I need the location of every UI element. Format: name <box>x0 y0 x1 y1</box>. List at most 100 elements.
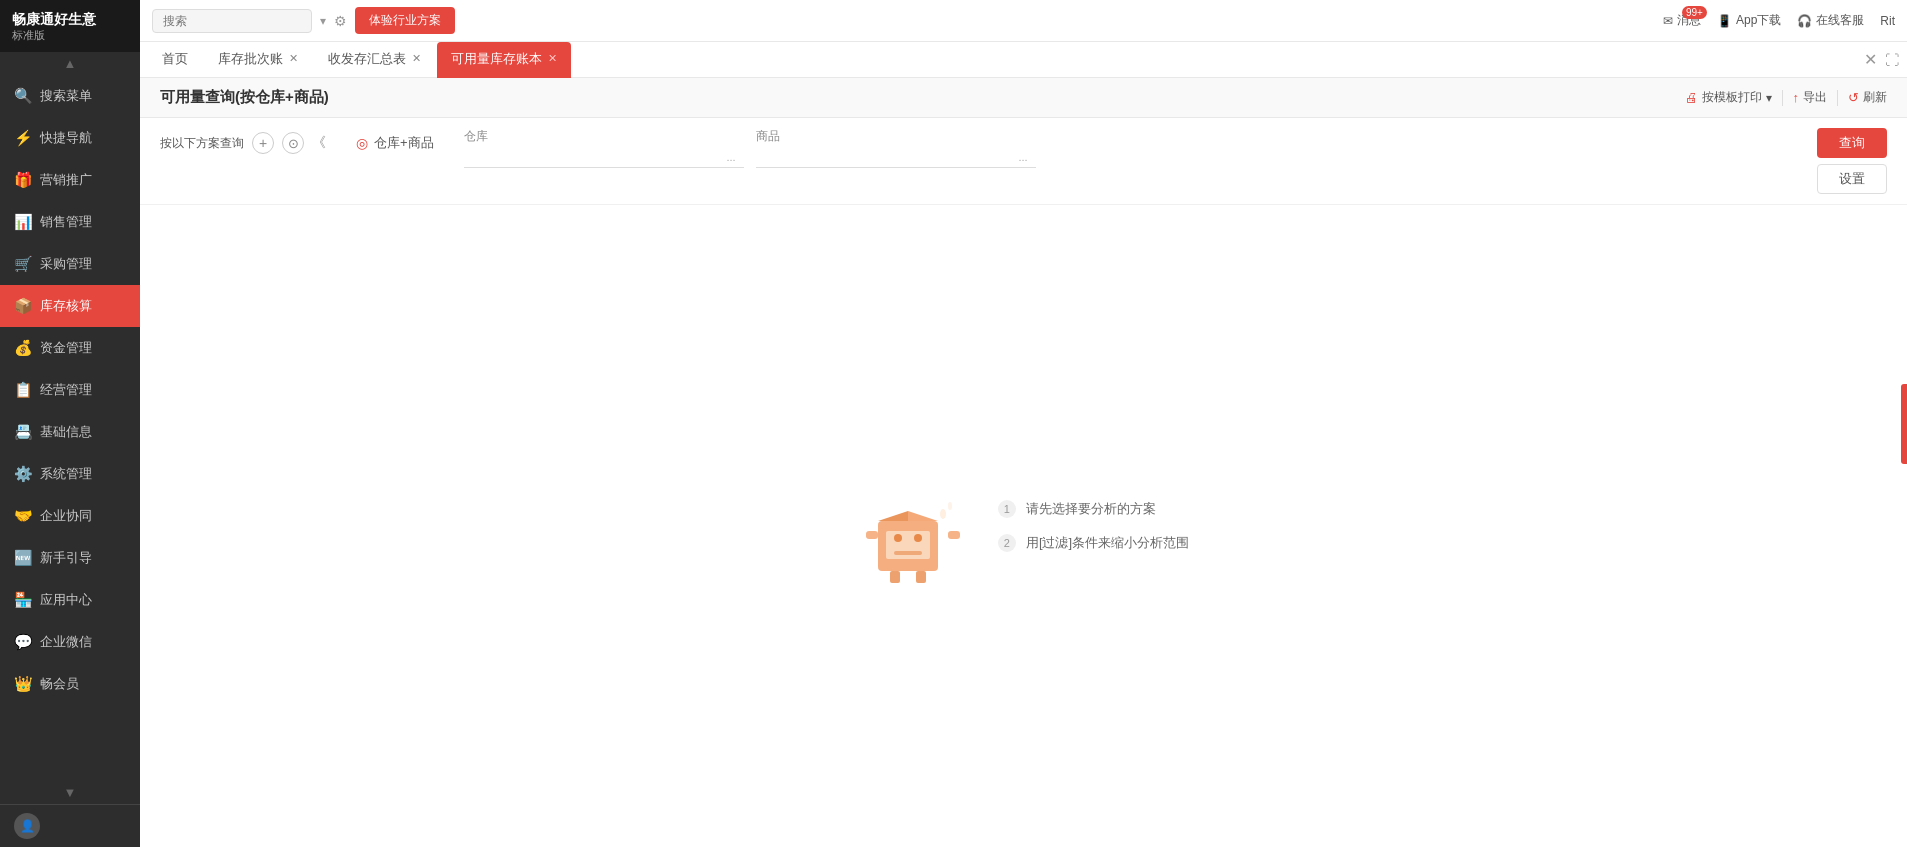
refresh-btn[interactable]: ↺ 刷新 <box>1848 89 1887 106</box>
export-btn[interactable]: ↑ 导出 <box>1793 89 1828 106</box>
basic-icon: 📇 <box>14 423 32 441</box>
warehouse-input-row[interactable]: ... <box>464 147 744 168</box>
sidebar-avatar: 👤 <box>14 813 40 839</box>
sidebar-item-wechat[interactable]: 💬企业微信 <box>0 621 140 663</box>
message-btn[interactable]: ✉ 消息 99+ <box>1663 12 1701 29</box>
sidebar-logo: 畅康通好生意 标准版 <box>0 0 140 52</box>
tab-label-available: 可用量库存账本 <box>451 50 542 68</box>
sidebar-item-inventory[interactable]: 📦库存核算 <box>0 285 140 327</box>
empty-hints: 1请先选择要分析的方案 2用[过滤]条件来缩小分析范围 <box>998 500 1189 552</box>
close-tab-btn[interactable]: ✕ <box>1864 50 1877 69</box>
sidebar-item-system[interactable]: ⚙️ 系统管理 <box>0 453 140 495</box>
filter-collapse-btn[interactable]: 《 <box>312 134 326 152</box>
tab-label-home: 首页 <box>162 50 188 68</box>
headset-icon: 🎧 <box>1797 14 1812 28</box>
sidebar-item-operation[interactable]: 📋 经营管理 <box>0 369 140 411</box>
page-title: 可用量查询(按仓库+商品) <box>160 88 329 107</box>
sidebar-item-shortcut[interactable]: ⚡快捷导航 <box>0 117 140 159</box>
sidebar-item-label: 资金管理 <box>40 339 92 357</box>
empty-content: 1请先选择要分析的方案 2用[过滤]条件来缩小分析范围 <box>858 476 1189 576</box>
tab-batch[interactable]: 库存批次账 ✕ <box>204 42 312 78</box>
svg-point-12 <box>948 502 952 510</box>
sidebar-item-finance[interactable]: 💰资金管理 <box>0 327 140 369</box>
tab-available[interactable]: 可用量库存账本 ✕ <box>437 42 571 78</box>
sidebar: 畅康通好生意 标准版 ▲ 🔍搜索菜单⚡快捷导航🎁营销推广 📊 销售管理 🛒采购管理📦库… <box>0 0 140 847</box>
system-icon: ⚙️ <box>14 465 32 483</box>
print-btn[interactable]: 🖨 按模板打印 ▾ <box>1685 89 1772 106</box>
sidebar-item-label: 应用中心 <box>40 591 92 609</box>
product-input-row[interactable]: ... <box>756 147 1036 168</box>
sidebar-user-area[interactable]: 👤 <box>0 804 140 847</box>
sidebar-scroll-down[interactable]: ▼ <box>0 781 140 804</box>
filter-add-btn[interactable]: + <box>252 132 274 154</box>
gear-icon[interactable]: ⚙ <box>334 13 347 29</box>
sidebar-scroll-up[interactable]: ▲ <box>0 52 140 75</box>
sales-icon: 📊 <box>14 213 32 231</box>
tab-close-receive[interactable]: ✕ <box>412 52 421 65</box>
filter-settings-icon[interactable]: ⊙ <box>282 132 304 154</box>
tabs-bar: 首页 库存批次账 ✕ 收发存汇总表 ✕ 可用量库存账本 ✕ ✕ ⛶ <box>140 42 1907 78</box>
message-icon: ✉ <box>1663 14 1673 28</box>
search-input[interactable] <box>152 9 312 33</box>
hint-1: 1请先选择要分析的方案 <box>998 500 1189 518</box>
product-more-btn[interactable]: ... <box>1018 151 1027 163</box>
sidebar-item-marketing[interactable]: 🎁营销推广 <box>0 159 140 201</box>
search-icon: 🔍 <box>14 87 32 105</box>
warehouse-more-btn[interactable]: ... <box>726 151 735 163</box>
sidebar-item-enterprise[interactable]: 🤝企业协同 <box>0 495 140 537</box>
hint-2: 2用[过滤]条件来缩小分析范围 <box>998 534 1189 552</box>
tab-close-batch[interactable]: ✕ <box>289 52 298 65</box>
tab-close-available[interactable]: ✕ <box>548 52 557 65</box>
sidebar-item-label: 经营管理 <box>40 381 92 399</box>
divider2 <box>1837 90 1838 106</box>
sidebar-item-basic[interactable]: 📇 基础信息 <box>0 411 140 453</box>
product-label: 商品 <box>756 128 1036 145</box>
filter-fields: 仓库 ... 商品 ... <box>444 128 1805 168</box>
sidebar-item-sales[interactable]: 📊 销售管理 <box>0 201 140 243</box>
user-menu[interactable]: Rit <box>1880 14 1895 28</box>
service-btn[interactable]: 🎧 在线客服 <box>1797 12 1864 29</box>
svg-point-11 <box>940 509 946 519</box>
sidebar-item-search[interactable]: 🔍搜索菜单 <box>0 75 140 117</box>
sidebar-item-guide[interactable]: 🆕新手引导 <box>0 537 140 579</box>
tab-label-receive: 收发存汇总表 <box>328 50 406 68</box>
sidebar-item-label: 库存核算 <box>40 297 92 315</box>
sidebar-item-purchase[interactable]: 🛒采购管理 <box>0 243 140 285</box>
purchase-icon: 🛒 <box>14 255 32 273</box>
sidebar-item-label: 畅会员 <box>40 675 79 693</box>
svg-marker-2 <box>908 511 938 521</box>
expand-tab-btn[interactable]: ⛶ <box>1885 52 1899 68</box>
logo-sub: 标准版 <box>12 28 128 42</box>
dropdown-icon[interactable]: ▾ <box>320 14 326 28</box>
tab-home[interactable]: 首页 <box>148 42 202 78</box>
topbar-right: ✉ 消息 99+ 📱 App下载 🎧 在线客服 Rit <box>1663 12 1895 29</box>
member-icon: 👑 <box>14 675 32 693</box>
sidebar-item-apps[interactable]: 🏪 应用中心 <box>0 579 140 621</box>
sidebar-item-member[interactable]: 👑 畅会员 <box>0 663 140 705</box>
operation-icon: 📋 <box>14 381 32 399</box>
tab-receive[interactable]: 收发存汇总表 ✕ <box>314 42 435 78</box>
phone-icon: 📱 <box>1717 14 1732 28</box>
tab-label-batch: 库存批次账 <box>218 50 283 68</box>
export-icon: ↑ <box>1793 90 1800 105</box>
page-header: 可用量查询(按仓库+商品) 🖨 按模板打印 ▾ ↑ 导出 ↺ 刷新 <box>140 78 1907 118</box>
apps-icon: 🏪 <box>14 591 32 609</box>
sidebar-item-label: 企业微信 <box>40 633 92 651</box>
main-area: ▾ ⚙ 体验行业方案 ✉ 消息 99+ 📱 App下载 🎧 在线客服 Rit 首… <box>140 0 1907 847</box>
refresh-icon: ↺ <box>1848 90 1859 105</box>
guide-icon: 🆕 <box>14 549 32 567</box>
settings-btn[interactable]: 设置 <box>1817 164 1887 194</box>
warehouse-label: 仓库 <box>464 128 744 145</box>
industry-btn[interactable]: 体验行业方案 <box>355 7 455 34</box>
sidebar-item-label: 营销推广 <box>40 171 92 189</box>
svg-point-5 <box>914 534 922 542</box>
scroll-indicator <box>1901 384 1907 464</box>
app-download-btn[interactable]: 📱 App下载 <box>1717 12 1781 29</box>
query-btn[interactable]: 查询 <box>1817 128 1887 158</box>
sidebar-item-label: 系统管理 <box>40 465 92 483</box>
enterprise-icon: 🤝 <box>14 507 32 525</box>
sidebar-item-label: 销售管理 <box>40 213 92 231</box>
sidebar-item-label: 基础信息 <box>40 423 92 441</box>
svg-rect-8 <box>916 571 926 583</box>
scheme-warehouse-product[interactable]: ◎仓库+商品 <box>346 130 444 156</box>
